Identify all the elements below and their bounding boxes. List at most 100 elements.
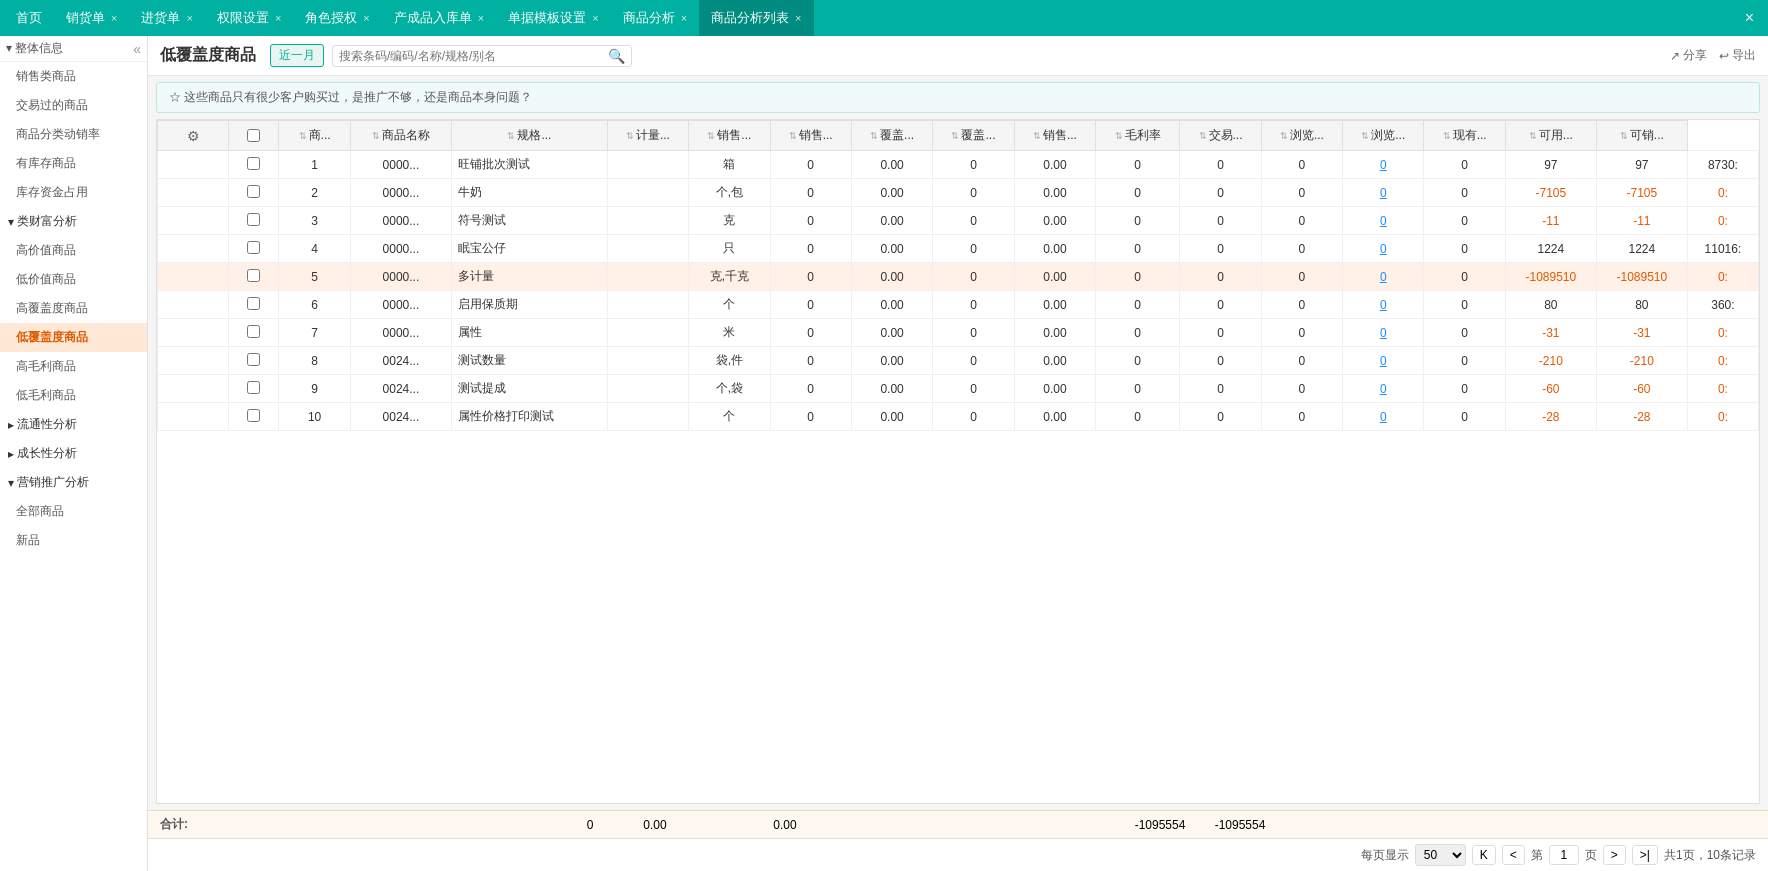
prev-page-button[interactable]: < xyxy=(1502,845,1525,865)
last-page-button[interactable]: >| xyxy=(1632,845,1658,865)
close-tab-sales[interactable]: × xyxy=(111,12,117,24)
table-wrapper[interactable]: ⚙ ⇅商... ⇅商品名称 ⇅规格... ⇅计量... ⇅销售... ⇅销售..… xyxy=(156,119,1760,804)
row-select-checkbox[interactable] xyxy=(247,353,260,366)
close-tab-product-analysis[interactable]: × xyxy=(681,12,687,24)
row-select-checkbox[interactable] xyxy=(247,213,260,226)
filter-period-button[interactable]: 近一月 xyxy=(270,44,324,67)
row-settings[interactable] xyxy=(158,347,229,375)
share-button[interactable]: ↗ 分享 xyxy=(1670,47,1707,64)
sidebar-item-low-coverage[interactable]: 低覆盖度商品 xyxy=(0,323,147,352)
col-browse1[interactable]: ⇅浏览... xyxy=(1261,121,1342,151)
row-settings[interactable] xyxy=(158,151,229,179)
col-gross-margin[interactable]: ⇅毛利率 xyxy=(1096,121,1180,151)
sidebar-collapse-button[interactable]: « xyxy=(133,41,141,57)
nav-tab-permissions[interactable]: 权限设置 × xyxy=(205,0,293,36)
col-sales-qty[interactable]: ⇅销售... xyxy=(689,121,770,151)
close-all-button[interactable]: × xyxy=(1735,9,1764,27)
row-browse1[interactable]: 0 xyxy=(1343,403,1424,431)
row-browse1[interactable]: 0 xyxy=(1343,375,1424,403)
row-browse1[interactable]: 0 xyxy=(1343,235,1424,263)
sidebar-item-stock-goods[interactable]: 有库存商品 xyxy=(0,149,147,178)
row-settings[interactable] xyxy=(158,403,229,431)
close-tab-roles[interactable]: × xyxy=(363,12,369,24)
sidebar-item-low-value[interactable]: 低价值商品 xyxy=(0,265,147,294)
row-browse1[interactable]: 0 xyxy=(1343,179,1424,207)
row-checkbox[interactable] xyxy=(229,319,279,347)
col-unit[interactable]: ⇅计量... xyxy=(607,121,688,151)
first-page-button[interactable]: K xyxy=(1472,845,1496,865)
row-settings[interactable] xyxy=(158,375,229,403)
row-checkbox[interactable] xyxy=(229,403,279,431)
nav-tab-product-list[interactable]: 商品分析列表 × xyxy=(699,0,813,36)
row-settings[interactable] xyxy=(158,263,229,291)
row-checkbox[interactable] xyxy=(229,263,279,291)
row-checkbox[interactable] xyxy=(229,291,279,319)
export-button[interactable]: ↩ 导出 xyxy=(1719,47,1756,64)
close-tab-purchase[interactable]: × xyxy=(186,12,192,24)
page-size-select[interactable]: 50 100 xyxy=(1415,844,1466,866)
row-checkbox[interactable] xyxy=(229,179,279,207)
close-tab-product-list[interactable]: × xyxy=(795,12,801,24)
sidebar-item-all-goods[interactable]: 全部商品 xyxy=(0,497,147,526)
row-settings[interactable] xyxy=(158,235,229,263)
col-cur-stock[interactable]: ⇅现有... xyxy=(1424,121,1505,151)
col-cov1[interactable]: ⇅覆盖... xyxy=(851,121,932,151)
sidebar-wealth-section[interactable]: ▾ 类财富分析 xyxy=(0,207,147,236)
close-tab-template[interactable]: × xyxy=(592,12,598,24)
nav-tab-roles[interactable]: 角色授权 × xyxy=(293,0,381,36)
row-select-checkbox[interactable] xyxy=(247,409,260,422)
row-browse1[interactable]: 0 xyxy=(1343,291,1424,319)
col-sales-amt[interactable]: ⇅销售... xyxy=(770,121,851,151)
col-settings[interactable]: ⚙ xyxy=(158,121,229,151)
row-browse1[interactable]: 0 xyxy=(1343,319,1424,347)
sidebar-item-category-rate[interactable]: 商品分类动销率 xyxy=(0,120,147,149)
row-checkbox[interactable] xyxy=(229,207,279,235)
nav-tab-sales[interactable]: 销货单 × xyxy=(54,0,129,36)
nav-tab-warehouse[interactable]: 产成品入库单 × xyxy=(382,0,496,36)
row-browse1[interactable]: 0 xyxy=(1343,207,1424,235)
row-select-checkbox[interactable] xyxy=(247,185,260,198)
row-select-checkbox[interactable] xyxy=(247,381,260,394)
search-input[interactable] xyxy=(339,49,608,63)
col-spec[interactable]: ⇅规格... xyxy=(452,121,608,151)
col-browse2[interactable]: ⇅浏览... xyxy=(1343,121,1424,151)
close-tab-warehouse[interactable]: × xyxy=(478,12,484,24)
next-page-button[interactable]: > xyxy=(1603,845,1626,865)
select-all-checkbox[interactable] xyxy=(247,129,260,142)
row-checkbox[interactable] xyxy=(229,151,279,179)
sidebar-item-high-value[interactable]: 高价值商品 xyxy=(0,236,147,265)
nav-tab-product-analysis[interactable]: 商品分析 × xyxy=(611,0,699,36)
col-sellable[interactable]: ⇅可销... xyxy=(1596,121,1687,151)
row-settings[interactable] xyxy=(158,179,229,207)
row-settings[interactable] xyxy=(158,207,229,235)
sidebar-item-low-margin[interactable]: 低毛利商品 xyxy=(0,381,147,410)
row-checkbox[interactable] xyxy=(229,375,279,403)
close-tab-permissions[interactable]: × xyxy=(275,12,281,24)
sidebar-item-traded-goods[interactable]: 交易过的商品 xyxy=(0,91,147,120)
row-select-checkbox[interactable] xyxy=(247,325,260,338)
row-select-checkbox[interactable] xyxy=(247,269,260,282)
nav-tab-template[interactable]: 单据模板设置 × xyxy=(496,0,610,36)
col-code[interactable]: ⇅商... xyxy=(279,121,350,151)
row-browse1[interactable]: 0 xyxy=(1343,347,1424,375)
sidebar-item-sales-goods[interactable]: 销售类商品 xyxy=(0,62,147,91)
col-checkbox[interactable] xyxy=(229,121,279,151)
sidebar-item-high-margin[interactable]: 高毛利商品 xyxy=(0,352,147,381)
sidebar-marketing-section[interactable]: ▾ 营销推广分析 xyxy=(0,468,147,497)
row-select-checkbox[interactable] xyxy=(247,297,260,310)
row-settings[interactable] xyxy=(158,291,229,319)
col-available[interactable]: ⇅可用... xyxy=(1505,121,1596,151)
sidebar-item-stock-capital[interactable]: 库存资金占用 xyxy=(0,178,147,207)
col-transaction[interactable]: ⇅交易... xyxy=(1180,121,1261,151)
sidebar-growth-section[interactable]: ▸ 成长性分析 xyxy=(0,439,147,468)
row-browse1[interactable]: 0 xyxy=(1343,151,1424,179)
row-checkbox[interactable] xyxy=(229,347,279,375)
row-settings[interactable] xyxy=(158,319,229,347)
row-browse1[interactable]: 0 xyxy=(1343,263,1424,291)
nav-tab-purchase[interactable]: 进货单 × xyxy=(129,0,204,36)
row-checkbox[interactable] xyxy=(229,235,279,263)
sidebar-circulation-section[interactable]: ▸ 流通性分析 xyxy=(0,410,147,439)
sidebar-item-high-coverage[interactable]: 高覆盖度商品 xyxy=(0,294,147,323)
col-name[interactable]: ⇅商品名称 xyxy=(350,121,451,151)
row-select-checkbox[interactable] xyxy=(247,157,260,170)
